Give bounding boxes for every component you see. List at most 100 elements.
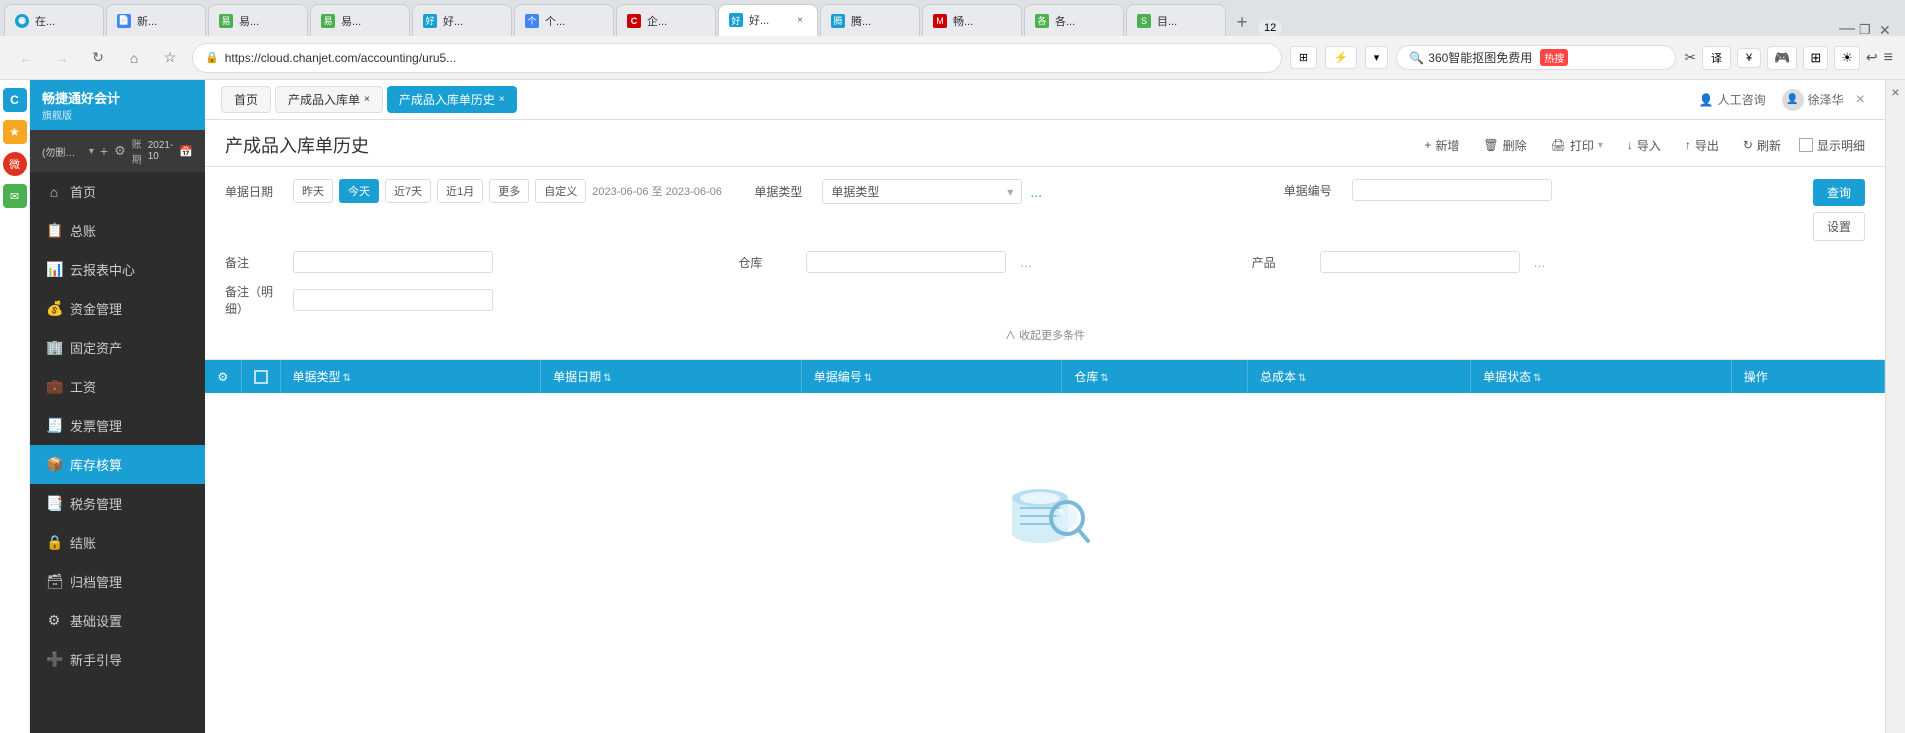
extensions-2-button[interactable]: ⚡ bbox=[1325, 46, 1357, 69]
sidebar-item-general[interactable]: 📋 总账 bbox=[30, 211, 205, 250]
date-more-btn[interactable]: 更多 bbox=[489, 179, 529, 203]
note-filter-input[interactable] bbox=[293, 251, 493, 273]
app-icon-mail[interactable]: ✉ bbox=[3, 184, 27, 208]
date-7days-btn[interactable]: 近7天 bbox=[385, 179, 431, 203]
th-warehouse[interactable]: 仓库⇅ bbox=[1062, 360, 1248, 393]
sidebar-item-newentry[interactable]: ➕ 新手引导 bbox=[30, 640, 205, 679]
date-yesterday-btn[interactable]: 昨天 bbox=[293, 179, 333, 203]
right-panel-close[interactable]: × bbox=[1891, 84, 1899, 100]
sidebar-item-funds[interactable]: 💰 资金管理 bbox=[30, 289, 205, 328]
sidebar-item-invoice[interactable]: 🧾 发票管理 bbox=[30, 406, 205, 445]
th-number-sort[interactable]: ⇅ bbox=[864, 373, 872, 384]
tab-pill-list-close[interactable]: × bbox=[364, 94, 370, 105]
minimize-button[interactable]: — bbox=[1839, 22, 1853, 36]
th-checkbox[interactable] bbox=[241, 360, 280, 393]
sidebar-add-icon[interactable]: + bbox=[100, 143, 108, 159]
search-toggle-button[interactable]: ▾ bbox=[1365, 46, 1389, 69]
undo-button[interactable]: ↩ bbox=[1866, 49, 1878, 66]
browser-tab-2[interactable]: 📄 新... bbox=[106, 4, 206, 36]
sidebar-item-payroll[interactable]: 💼 工资 bbox=[30, 367, 205, 406]
sidebar-item-archive[interactable]: 🗃 归档管理 bbox=[30, 562, 205, 601]
browser-tab-8[interactable]: 好 好... × bbox=[718, 4, 818, 36]
th-total-cost-sort[interactable]: ⇅ bbox=[1298, 373, 1306, 384]
sidebar-item-closing[interactable]: 🔒 结账 bbox=[30, 523, 205, 562]
refresh-browser-button[interactable]: ↻ bbox=[84, 44, 112, 72]
collapse-bar[interactable]: ∧ 收起更多条件 bbox=[225, 323, 1865, 347]
back-button[interactable]: ← bbox=[12, 44, 40, 72]
delete-button[interactable]: 🗑 删除 bbox=[1477, 133, 1532, 158]
sidebar-company[interactable]: (勿删勿禁用）江西服宝测试专用 ▾ + ⚙ 账期 2021-10 📅 bbox=[30, 130, 205, 172]
sidebar-gear-icon[interactable]: ⚙ bbox=[114, 143, 126, 159]
export-button[interactable]: ↑ 导出 bbox=[1679, 133, 1725, 158]
th-settings[interactable]: ⚙ bbox=[205, 360, 241, 393]
translate-button[interactable]: 译 bbox=[1702, 46, 1731, 70]
maximize-button[interactable]: ❐ bbox=[1859, 22, 1873, 36]
settings-browser-button[interactable]: ≡ bbox=[1884, 49, 1893, 67]
setting-button[interactable]: 设置 bbox=[1813, 212, 1865, 241]
bookmark-button[interactable]: ☆ bbox=[156, 44, 184, 72]
yuan-button[interactable]: ¥ bbox=[1737, 48, 1761, 68]
sidebar-company-dropdown[interactable]: ▾ bbox=[89, 146, 94, 157]
browser-tab-11[interactable]: 各 各... bbox=[1024, 4, 1124, 36]
app-icon-star[interactable]: ★ bbox=[3, 120, 27, 144]
user-area[interactable]: 👤 徐泽华 bbox=[1782, 89, 1844, 111]
app-icon-weibo[interactable]: 微 bbox=[3, 152, 27, 176]
type-filter-select[interactable]: 单据类型 ▾ bbox=[822, 179, 1022, 204]
product-filter-input[interactable] bbox=[1320, 251, 1520, 273]
sidebar-item-home[interactable]: ⌂ 首页 bbox=[30, 172, 205, 211]
number-filter-input[interactable] bbox=[1352, 179, 1552, 201]
show-columns-checkbox[interactable] bbox=[1799, 138, 1813, 152]
close-window-button[interactable]: ✕ bbox=[1879, 22, 1893, 36]
th-type[interactable]: 单据类型⇅ bbox=[280, 360, 541, 393]
grid-view-button[interactable]: ⊞ bbox=[1803, 46, 1828, 70]
warehouse-filter-dots[interactable]: ... bbox=[1014, 254, 1038, 270]
th-date[interactable]: 单据日期⇅ bbox=[541, 360, 802, 393]
sidebar-item-tax[interactable]: 📑 税务管理 bbox=[30, 484, 205, 523]
sidebar-item-reports[interactable]: 📊 云报表中心 bbox=[30, 250, 205, 289]
browser-tab-6[interactable]: 个 个... bbox=[514, 4, 614, 36]
extensions-button[interactable]: ⊞ bbox=[1290, 46, 1317, 69]
theme-button[interactable]: ☀ bbox=[1834, 46, 1860, 70]
tab-pill-home[interactable]: 首页 bbox=[221, 86, 271, 113]
import-button[interactable]: ↓ 导入 bbox=[1621, 133, 1667, 158]
sidebar-item-inventory[interactable]: 📦 库存核算 bbox=[30, 445, 205, 484]
detail-note-filter-input[interactable] bbox=[293, 289, 493, 311]
sidebar-item-assets[interactable]: 🏢 固定资产 bbox=[30, 328, 205, 367]
query-button[interactable]: 查询 bbox=[1813, 179, 1865, 206]
app-icon-chanjet[interactable]: C bbox=[3, 88, 27, 112]
th-status-sort[interactable]: ⇅ bbox=[1533, 373, 1541, 384]
tab-pill-list[interactable]: 产成品入库单 × bbox=[275, 86, 383, 113]
th-date-sort[interactable]: ⇅ bbox=[603, 373, 611, 384]
tab-pill-history[interactable]: 产成品入库单历史 × bbox=[387, 86, 517, 113]
tab-pill-history-close[interactable]: × bbox=[499, 94, 505, 105]
sidebar-item-settings[interactable]: ⚙ 基础设置 bbox=[30, 601, 205, 640]
th-total-cost[interactable]: 总成本⇅ bbox=[1248, 360, 1471, 393]
browser-tab-3[interactable]: 易 易... bbox=[208, 4, 308, 36]
gamepad-button[interactable]: 🎮 bbox=[1767, 46, 1797, 70]
print-dropdown-icon[interactable]: ▾ bbox=[1598, 140, 1603, 151]
new-tab-button[interactable]: + bbox=[1228, 8, 1256, 36]
browser-tab-5[interactable]: 好 好... bbox=[412, 4, 512, 36]
th-warehouse-sort[interactable]: ⇅ bbox=[1100, 373, 1108, 384]
browser-tab-10[interactable]: M 畅... bbox=[922, 4, 1022, 36]
th-number[interactable]: 单据编号⇅ bbox=[801, 360, 1062, 393]
warehouse-filter-input[interactable] bbox=[806, 251, 1006, 273]
show-columns-toggle[interactable]: 显示明细 bbox=[1799, 137, 1865, 154]
scissors-icon[interactable]: ✂ bbox=[1684, 49, 1696, 66]
product-filter-dots[interactable]: ... bbox=[1528, 254, 1552, 270]
add-button[interactable]: + 新增 bbox=[1418, 133, 1465, 158]
home-browser-button[interactable]: ⌂ bbox=[120, 44, 148, 72]
sidebar-calendar-icon[interactable]: 📅 bbox=[179, 145, 193, 158]
browser-tab-1[interactable]: ◉ 在... bbox=[4, 4, 104, 36]
date-custom-btn[interactable]: 自定义 bbox=[535, 179, 586, 203]
date-1month-btn[interactable]: 近1月 bbox=[437, 179, 483, 203]
date-today-btn[interactable]: 今天 bbox=[339, 179, 379, 203]
browser-tab-7[interactable]: C 企... bbox=[616, 4, 716, 36]
th-type-sort[interactable]: ⇅ bbox=[343, 373, 351, 384]
refresh-page-button[interactable]: ↻ 刷新 bbox=[1737, 133, 1787, 158]
print-button[interactable]: 🖨 打印 ▾ bbox=[1545, 133, 1609, 158]
browser-tab-9[interactable]: 腾 腾... bbox=[820, 4, 920, 36]
browser-tab-4[interactable]: 易 易... bbox=[310, 4, 410, 36]
human-service-link[interactable]: 👤 人工咨询 bbox=[1699, 91, 1766, 108]
browser-tab-12[interactable]: S 目... bbox=[1126, 4, 1226, 36]
